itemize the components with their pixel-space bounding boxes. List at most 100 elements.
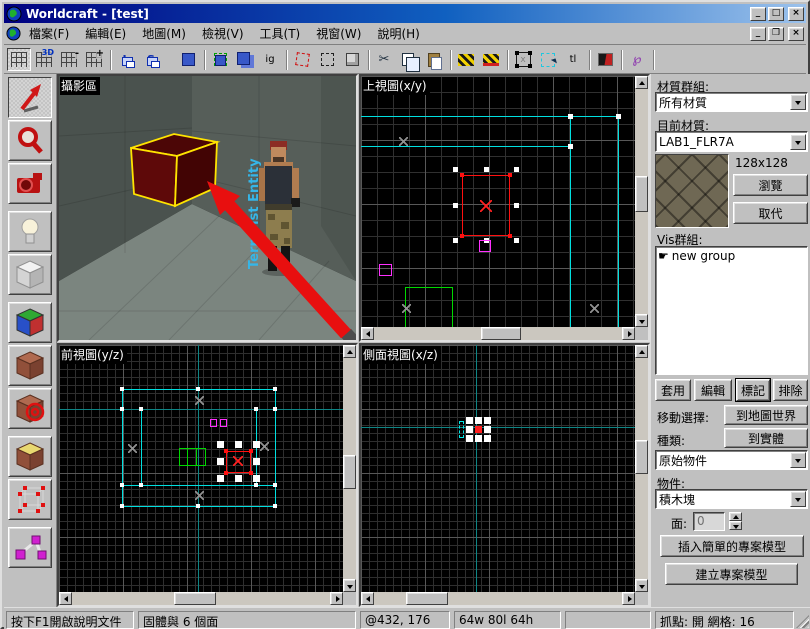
- scroll-up-button[interactable]: [635, 76, 648, 89]
- chevron-down-icon[interactable]: [790, 133, 806, 150]
- select-touching-button[interactable]: x: [511, 48, 535, 71]
- viewport-side[interactable]: 側面視圖(x/z): [359, 343, 650, 607]
- viewport-top[interactable]: 上視圖(x/y): [359, 74, 650, 342]
- mdi-minimize-button[interactable]: _: [750, 26, 766, 41]
- select-marquee-button[interactable]: [536, 48, 560, 71]
- chevron-down-icon[interactable]: [790, 491, 806, 507]
- copy-button[interactable]: [397, 48, 421, 72]
- to-world-button[interactable]: 到地圖世界: [724, 405, 808, 425]
- texture-lock-button[interactable]: tl: [561, 48, 585, 71]
- menu-item[interactable]: 說明(H): [369, 23, 427, 44]
- larger-grid-button[interactable]: +: [82, 48, 106, 71]
- vis-group-list[interactable]: ☛ new group: [655, 246, 808, 375]
- viewport-3d[interactable]: 攝影區 Terrorist Entity: [57, 74, 358, 342]
- replace-button[interactable]: 取代: [733, 202, 808, 224]
- object-select[interactable]: 積木塊: [655, 489, 808, 509]
- ignore-groups-button[interactable]: ig: [258, 48, 282, 71]
- cordon-button[interactable]: [454, 48, 478, 71]
- scroll-down-button[interactable]: [343, 579, 356, 592]
- scroll-right-button[interactable]: [330, 592, 343, 605]
- scroll-up-button[interactable]: [635, 345, 648, 358]
- vis-edit-button[interactable]: 編輯: [694, 379, 732, 401]
- vis-group-item[interactable]: ☛ new group: [658, 249, 805, 263]
- vis-apply-button[interactable]: 套用: [655, 379, 691, 401]
- menu-item[interactable]: 編輯(E): [77, 23, 134, 44]
- category-select[interactable]: 原始物件: [655, 450, 808, 470]
- vis-purge-button[interactable]: 排除: [773, 379, 808, 401]
- decal-tool-button[interactable]: [8, 388, 52, 429]
- scroll-thumb[interactable]: [635, 176, 648, 212]
- ungroup-button[interactable]: [233, 48, 257, 71]
- v-scrollbar[interactable]: [343, 345, 356, 592]
- scroll-thumb[interactable]: [406, 592, 448, 605]
- run-map-button[interactable]: ℘: [625, 48, 649, 71]
- scroll-thumb[interactable]: [481, 327, 521, 340]
- texture-application-button[interactable]: [593, 48, 617, 71]
- scroll-down-button[interactable]: [635, 314, 648, 327]
- apply-texture-tool-button[interactable]: [8, 345, 52, 386]
- h-scrollbar[interactable]: [59, 592, 343, 605]
- hide-unselected-button[interactable]: [315, 48, 339, 71]
- smaller-grid-button[interactable]: -: [57, 48, 81, 71]
- chevron-down-icon[interactable]: [790, 452, 806, 468]
- texture-application-tool-button[interactable]: [8, 302, 52, 343]
- vertex-tool-button[interactable]: [8, 479, 52, 520]
- close-button[interactable]: ×: [788, 6, 804, 21]
- scroll-right-button[interactable]: [622, 592, 635, 605]
- go-to-brush-button[interactable]: [176, 48, 200, 71]
- scroll-thumb[interactable]: [174, 592, 216, 605]
- scroll-left-button[interactable]: [361, 327, 374, 340]
- scroll-left-button[interactable]: [59, 592, 72, 605]
- resize-grip[interactable]: [796, 615, 809, 628]
- browse-button[interactable]: 瀏覽: [733, 174, 808, 196]
- scroll-up-button[interactable]: [343, 345, 356, 358]
- to-entity-button[interactable]: 到實體: [724, 428, 808, 448]
- toggle-grid-button[interactable]: [7, 48, 31, 71]
- viewport-front[interactable]: 前視圖(y/z): [57, 343, 358, 607]
- magnify-tool-button[interactable]: [8, 120, 52, 161]
- paste-button[interactable]: [422, 48, 446, 71]
- hide-selected-button[interactable]: [290, 48, 314, 71]
- insert-prefab-button[interactable]: 插入簡單的專案模型: [660, 535, 804, 557]
- current-texture-select[interactable]: LAB1_FLR7A: [655, 131, 808, 152]
- menu-item[interactable]: 視窗(W): [308, 23, 369, 44]
- scroll-down-button[interactable]: [635, 579, 648, 592]
- v-scrollbar[interactable]: [635, 345, 648, 592]
- cordon-edit-button[interactable]: [479, 48, 503, 71]
- texture-group-select[interactable]: 所有材質: [655, 92, 808, 112]
- faces-input[interactable]: 0: [693, 512, 725, 531]
- entity-tool-button[interactable]: [8, 211, 52, 252]
- maximize-button[interactable]: □: [768, 6, 784, 21]
- menu-item[interactable]: 檢視(V): [194, 23, 252, 44]
- menu-item[interactable]: 工具(T): [252, 23, 309, 44]
- menu-item[interactable]: 檔案(F): [21, 23, 77, 44]
- stepper-down-button[interactable]: [729, 521, 742, 530]
- h-scrollbar[interactable]: [361, 592, 635, 605]
- minimize-button[interactable]: _: [750, 6, 766, 21]
- vis-mark-button[interactable]: 標記: [735, 378, 771, 402]
- camera-tool-button[interactable]: [8, 163, 52, 204]
- clipping-tool-button[interactable]: [8, 436, 52, 477]
- cut-button[interactable]: ✂: [372, 48, 396, 71]
- toggle-3d-grid-button[interactable]: 3D: [32, 48, 56, 71]
- group-button[interactable]: [208, 48, 232, 71]
- stepper-up-button[interactable]: [729, 512, 742, 521]
- save-window-state-button[interactable]: S: [139, 48, 163, 71]
- create-prefab-button[interactable]: 建立專案模型: [665, 563, 798, 585]
- mdi-close-button[interactable]: ×: [788, 26, 804, 41]
- chevron-down-icon[interactable]: [790, 94, 806, 110]
- scroll-thumb[interactable]: [343, 455, 356, 489]
- selection-tool-button[interactable]: [8, 77, 52, 118]
- faces-stepper[interactable]: [729, 512, 742, 530]
- path-tool-button[interactable]: [8, 527, 52, 568]
- mdi-restore-button[interactable]: ❐: [768, 26, 784, 41]
- show-all-button[interactable]: [340, 48, 364, 71]
- scroll-left-button[interactable]: [361, 592, 374, 605]
- menu-item[interactable]: 地圖(M): [134, 23, 194, 44]
- load-window-state-button[interactable]: L: [114, 48, 138, 71]
- scroll-right-button[interactable]: [622, 327, 635, 340]
- scroll-thumb[interactable]: [635, 440, 648, 474]
- h-scrollbar[interactable]: [361, 327, 635, 340]
- block-tool-button[interactable]: [8, 254, 52, 295]
- v-scrollbar[interactable]: [635, 76, 648, 327]
